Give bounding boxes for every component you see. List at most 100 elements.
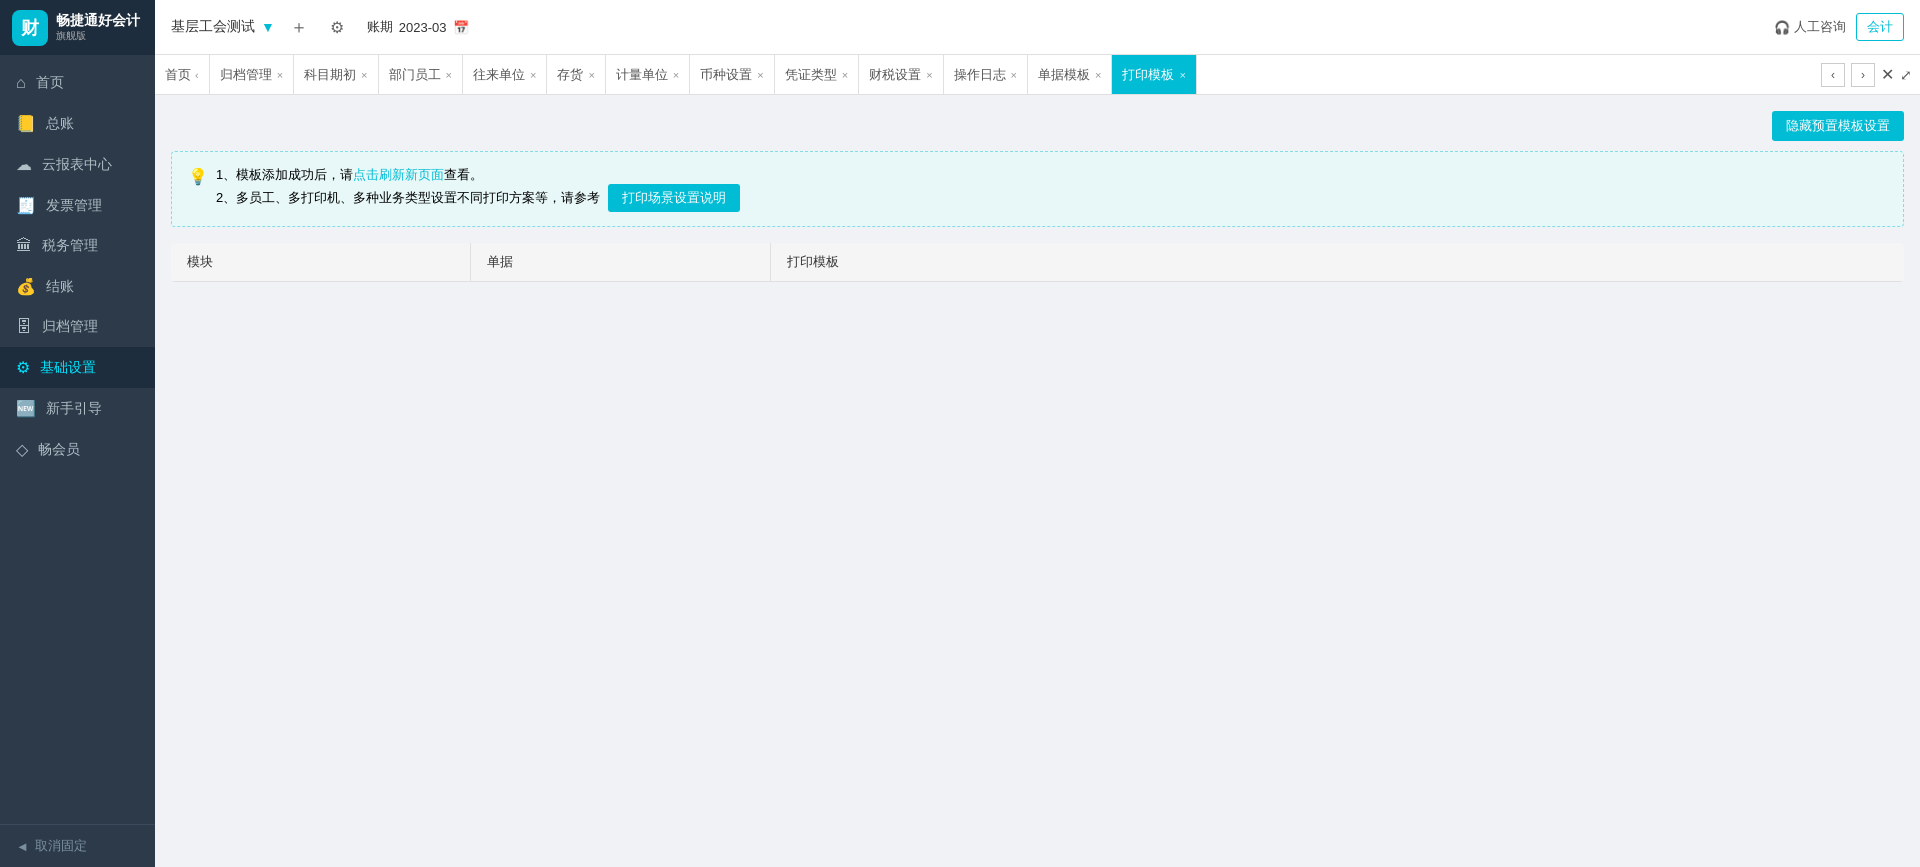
reports-icon: ☁ xyxy=(16,155,32,174)
tab-supplier-label: 往来单位 xyxy=(473,66,525,84)
logo-sub: 旗舰版 xyxy=(56,29,140,43)
sidebar-item-reports[interactable]: ☁ 云报表中心 xyxy=(0,144,155,185)
tab-subject-init-label: 科目期初 xyxy=(304,66,356,84)
sidebar-item-member-label: 畅会员 xyxy=(38,441,80,459)
sidebar-item-member[interactable]: ◇ 畅会员 xyxy=(0,429,155,470)
sidebar-item-ledger[interactable]: 📒 总账 xyxy=(0,103,155,144)
sidebar-item-settings-label: 基础设置 xyxy=(40,359,96,377)
notice-line1-suffix: 查看。 xyxy=(444,167,483,182)
tab-home-label: 首页 xyxy=(165,66,191,84)
tab-op-log-close-icon[interactable]: × xyxy=(1011,69,1017,81)
tab-dept-staff-close-icon[interactable]: × xyxy=(446,69,452,81)
bulb-icon: 💡 xyxy=(188,167,208,186)
tab-single-form-label: 单据模板 xyxy=(1038,66,1090,84)
notice-row: 💡 1、模板添加成功后，请点击刷新新页面查看。 2、多员工、多打印机、多种业务类… xyxy=(188,166,1887,212)
sidebar-item-settlement-label: 结账 xyxy=(46,278,74,296)
tab-tax-settings[interactable]: 财税设置 × xyxy=(859,55,943,94)
tax-icon: 🏛 xyxy=(16,237,32,255)
tab-dept-staff[interactable]: 部门员工 × xyxy=(379,55,463,94)
tab-unit[interactable]: 计量单位 × xyxy=(606,55,690,94)
sidebar-item-guide[interactable]: 🆕 新手引导 xyxy=(0,388,155,429)
period-label: 账期 xyxy=(367,18,393,36)
tab-subject-init[interactable]: 科目期初 × xyxy=(294,55,378,94)
tab-tax-settings-close-icon[interactable]: × xyxy=(926,69,932,81)
tab-tax-settings-label: 财税设置 xyxy=(869,66,921,84)
cancel-pin-btn[interactable]: ◄ 取消固定 xyxy=(0,824,155,867)
user-role-button[interactable]: 会计 xyxy=(1856,13,1904,41)
sidebar-item-invoice[interactable]: 🧾 发票管理 xyxy=(0,185,155,226)
notice-line1-prefix: 1、模板添加成功后，请 xyxy=(216,167,353,182)
notice-box: 💡 1、模板添加成功后，请点击刷新新页面查看。 2、多员工、多打印机、多种业务类… xyxy=(171,151,1904,227)
tab-subject-init-close-icon[interactable]: × xyxy=(361,69,367,81)
company-name: 基层工会测试 xyxy=(171,18,255,36)
tab-currency-label: 币种设置 xyxy=(700,66,752,84)
sidebar-item-settlement[interactable]: 💰 结账 xyxy=(0,266,155,307)
archive-icon: 🗄 xyxy=(16,318,32,336)
sidebar-item-tax[interactable]: 🏛 税务管理 xyxy=(0,226,155,266)
tab-print-template-label: 打印模板 xyxy=(1122,66,1174,84)
hide-preview-button[interactable]: 隐藏预置模板设置 xyxy=(1772,111,1904,141)
tab-archive-mgmt-label: 归档管理 xyxy=(220,66,272,84)
notice-line2: 2、多员工、多打印机、多种业务类型设置不同打印方案等，请参考 打印场景设置说明 xyxy=(216,184,740,212)
col-voucher: 单据 xyxy=(471,243,771,281)
sidebar-item-archive[interactable]: 🗄 归档管理 xyxy=(0,307,155,347)
settlement-icon: 💰 xyxy=(16,277,36,296)
tab-home[interactable]: 首页 ‹ xyxy=(155,55,210,94)
company-dropdown-icon: ▼ xyxy=(261,19,275,35)
tab-supplier[interactable]: 往来单位 × xyxy=(463,55,547,94)
ledger-icon: 📒 xyxy=(16,114,36,133)
tab-dept-staff-label: 部门员工 xyxy=(389,66,441,84)
notice-refresh-link[interactable]: 点击刷新新页面 xyxy=(353,167,444,182)
notice-line1: 1、模板添加成功后，请点击刷新新页面查看。 xyxy=(216,166,740,184)
tabbar: 首页 ‹ 归档管理 × 科目期初 × 部门员工 × 往来单位 × 存货 × 计量… xyxy=(155,55,1920,95)
data-table: 模块 单据 打印模板 xyxy=(171,243,1904,282)
sidebar-item-reports-label: 云报表中心 xyxy=(42,156,112,174)
tab-print-template-close-icon[interactable]: × xyxy=(1179,69,1185,81)
sidebar-item-archive-label: 归档管理 xyxy=(42,318,98,336)
sidebar-item-settings[interactable]: ⚙ 基础设置 xyxy=(0,347,155,388)
service-btn[interactable]: 🎧 人工咨询 xyxy=(1774,18,1846,36)
tab-archive-mgmt-close-icon[interactable]: × xyxy=(277,69,283,81)
tab-expand-button[interactable]: ⤢ xyxy=(1900,67,1912,83)
tab-prev-button[interactable]: ‹ xyxy=(1821,63,1845,87)
topbar-settings-button[interactable]: ⚙ xyxy=(323,13,351,41)
period-display: 账期 2023-03 📅 xyxy=(367,18,469,36)
invoice-icon: 🧾 xyxy=(16,196,36,215)
col-print-template: 打印模板 xyxy=(771,243,1904,281)
company-selector[interactable]: 基层工会测试 ▼ xyxy=(171,18,275,36)
add-tab-button[interactable]: ＋ xyxy=(285,13,313,41)
tab-inventory[interactable]: 存货 × xyxy=(547,55,605,94)
tab-single-form-close-icon[interactable]: × xyxy=(1095,69,1101,81)
service-label: 人工咨询 xyxy=(1794,18,1846,36)
sidebar-item-home[interactable]: ⌂ 首页 xyxy=(0,63,155,103)
tab-inventory-label: 存货 xyxy=(557,66,583,84)
tab-op-log-label: 操作日志 xyxy=(954,66,1006,84)
tab-voucher-type[interactable]: 凭证类型 × xyxy=(775,55,859,94)
sidebar: 财 畅捷通好会计 旗舰版 ⌂ 首页 📒 总账 ☁ 云报表中心 🧾 发票管理 🏛 … xyxy=(0,0,155,867)
headset-icon: 🎧 xyxy=(1774,20,1790,35)
table-header: 模块 单据 打印模板 xyxy=(171,243,1904,282)
tab-voucher-type-close-icon[interactable]: × xyxy=(842,69,848,81)
tab-unit-close-icon[interactable]: × xyxy=(673,69,679,81)
logo-area: 财 畅捷通好会计 旗舰版 xyxy=(0,0,155,55)
tab-next-button[interactable]: › xyxy=(1851,63,1875,87)
member-icon: ◇ xyxy=(16,440,28,459)
cancel-pin-label: 取消固定 xyxy=(35,837,87,855)
tab-unit-label: 计量单位 xyxy=(616,66,668,84)
tab-print-template[interactable]: 打印模板 × xyxy=(1112,55,1196,94)
tab-currency[interactable]: 币种设置 × xyxy=(690,55,774,94)
logo-title: 畅捷通好会计 xyxy=(56,12,140,29)
print-scene-btn[interactable]: 打印场景设置说明 xyxy=(608,184,740,212)
tab-home-arrow-icon: ‹ xyxy=(195,69,199,81)
tab-op-log[interactable]: 操作日志 × xyxy=(944,55,1028,94)
tab-close-all-button[interactable]: ✕ xyxy=(1881,65,1894,84)
tab-single-form[interactable]: 单据模板 × xyxy=(1028,55,1112,94)
period-value: 2023-03 xyxy=(399,20,447,35)
tab-supplier-close-icon[interactable]: × xyxy=(530,69,536,81)
tab-inventory-close-icon[interactable]: × xyxy=(588,69,594,81)
calendar-icon[interactable]: 📅 xyxy=(453,20,469,35)
tab-currency-close-icon[interactable]: × xyxy=(757,69,763,81)
hide-preview-area: 隐藏预置模板设置 xyxy=(171,111,1904,141)
settings-icon: ⚙ xyxy=(16,358,30,377)
tab-archive-mgmt[interactable]: 归档管理 × xyxy=(210,55,294,94)
